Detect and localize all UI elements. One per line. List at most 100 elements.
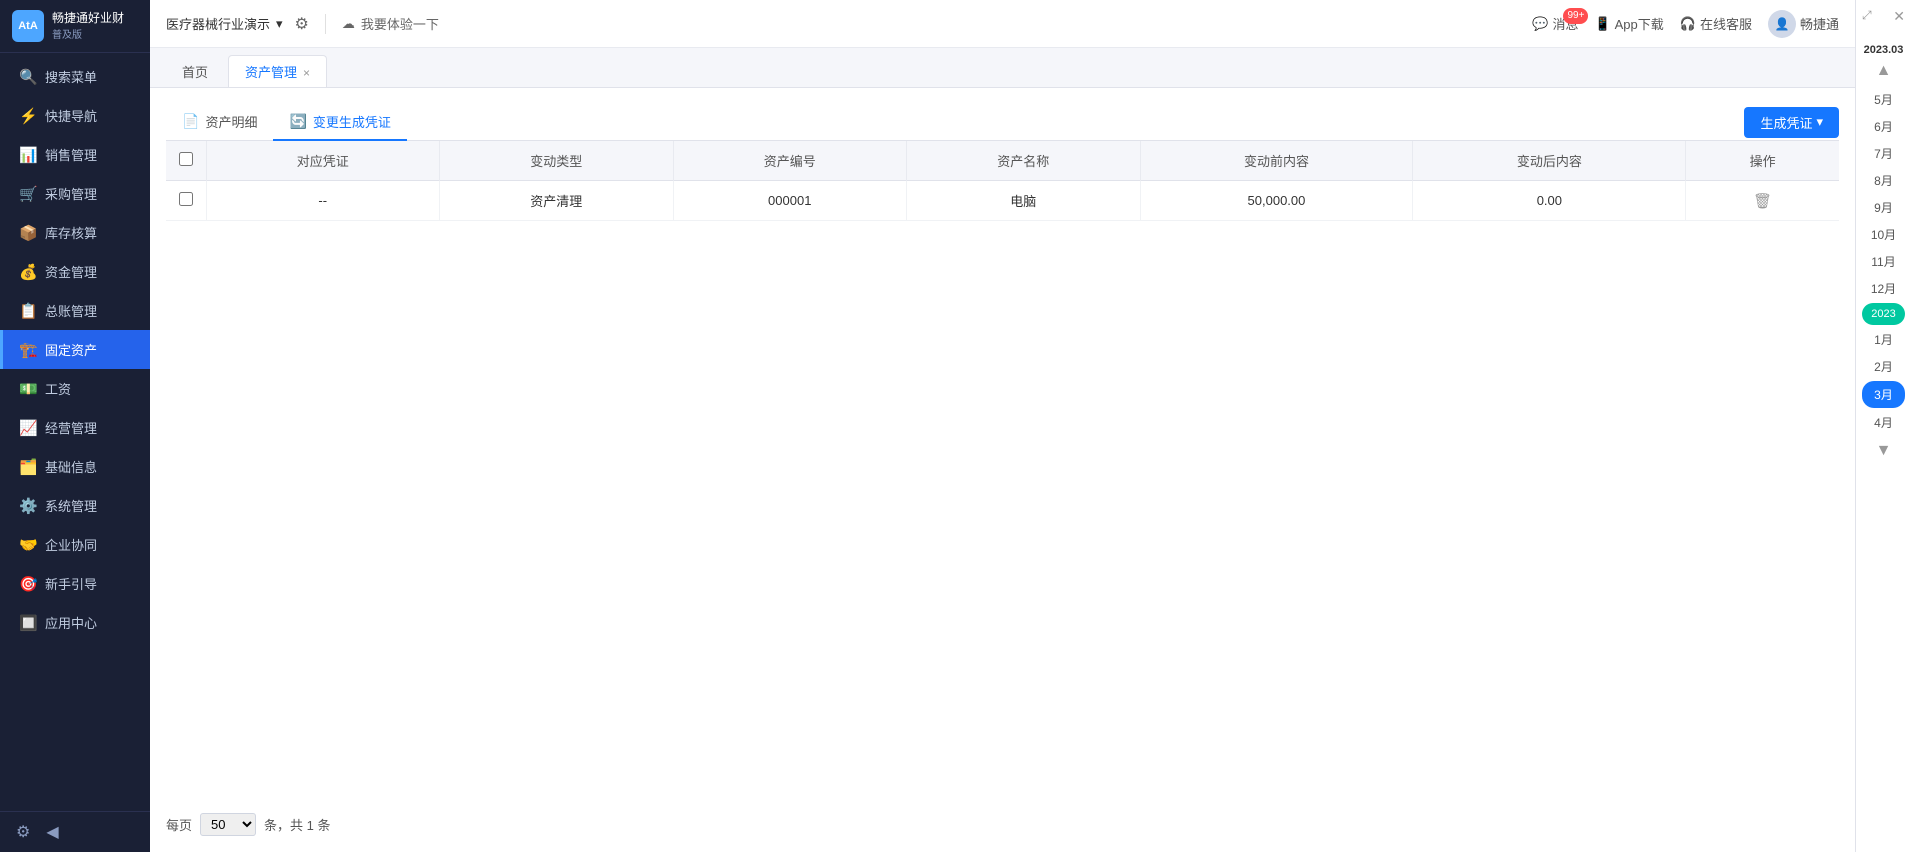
generate-voucher-button[interactable]: 生成凭证 ▾ (1744, 107, 1839, 138)
company-selector[interactable]: 医疗器械行业演示 ▾ (166, 14, 283, 33)
col-header-4: 变动前内容 (1140, 141, 1413, 181)
app-logo-text: 畅捷通好业财 普及版 (52, 11, 124, 42)
experience-button[interactable]: ☁ 我要体验一下 (342, 14, 439, 33)
col-header-0: 对应凭证 (206, 141, 440, 181)
topbar: 医疗器械行业演示 ▾ ⚙ ☁ 我要体验一下 💬 消息 99+ 📱 App下载 🎧… (150, 0, 1855, 48)
user-avatar: 👤 (1768, 10, 1796, 38)
sidebar-item-label: 系统管理 (45, 496, 97, 515)
month-item[interactable]: 10月 (1856, 221, 1911, 248)
messages-button[interactable]: 💬 消息 99+ (1532, 14, 1578, 33)
table-header: 对应凭证变动类型资产编号资产名称变动前内容变动后内容操作 (166, 141, 1839, 181)
month-item[interactable]: 2月 (1856, 353, 1911, 380)
sidebar-item-sales[interactable]: 📊 销售管理 (0, 135, 150, 174)
month-item[interactable]: 3月 (1862, 381, 1905, 408)
fixed-assets-icon: 🏗️ (19, 341, 37, 359)
basic-info-icon: 🗂️ (19, 458, 37, 476)
sidebar-logo: AtA 畅捷通好业财 普及版 (0, 0, 150, 53)
company-settings-button[interactable]: ⚙ (295, 14, 309, 34)
right-panel: ✕ ⤢ 2023.03 ▲ 5月6月7月8月9月10月11月12月20231月2… (1855, 0, 1911, 852)
sidebar-item-label: 基础信息 (45, 457, 97, 476)
right-panel-expand-button[interactable]: ⤢ (1862, 8, 1872, 23)
col-header-2: 资产编号 (673, 141, 907, 181)
sidebar-item-label: 经营管理 (45, 418, 97, 437)
sidebar-item-inventory[interactable]: 📦 库存核算 (0, 213, 150, 252)
user-menu[interactable]: 👤 畅捷通 (1768, 10, 1839, 38)
sidebar-item-ledger[interactable]: 📋 总账管理 (0, 291, 150, 330)
tab-label: 资产管理 (245, 65, 297, 80)
cell-voucher-0: -- (206, 181, 440, 221)
delete-row-button[interactable]: 🗑 (1753, 192, 1772, 210)
asset-table-wrap: 对应凭证变动类型资产编号资产名称变动前内容变动后内容操作 --资产清理00000… (166, 141, 1839, 801)
message-icon: 💬 (1532, 16, 1548, 32)
cloud-icon: ☁ (342, 16, 355, 32)
col-header-6: 操作 (1686, 141, 1839, 181)
month-item[interactable]: 5月 (1856, 86, 1911, 113)
sidebar-item-app-center[interactable]: 🔲 应用中心 (0, 603, 150, 642)
select-all-checkbox[interactable] (179, 152, 193, 166)
sidebar-item-guide[interactable]: 🎯 新手引导 (0, 564, 150, 603)
sidebar-item-operations[interactable]: 📈 经营管理 (0, 408, 150, 447)
ledger-icon: 📋 (19, 302, 37, 320)
month-item[interactable]: 6月 (1856, 113, 1911, 140)
dropdown-arrow-icon: ▾ (1816, 114, 1823, 130)
settings-button[interactable]: ⚙ (16, 822, 30, 842)
salary-icon: 💵 (19, 380, 37, 398)
sidebar-item-fixed-assets[interactable]: 🏗️ 固定资产 (0, 330, 150, 369)
sidebar-item-basic-info[interactable]: 🗂️ 基础信息 (0, 447, 150, 486)
sidebar-item-enterprise[interactable]: 🤝 企业协同 (0, 525, 150, 564)
sidebar-item-label: 快捷导航 (45, 106, 97, 125)
col-header-1: 变动类型 (440, 141, 674, 181)
month-item[interactable]: 12月 (1856, 275, 1911, 302)
month-item[interactable]: 9月 (1856, 194, 1911, 221)
sidebar-item-salary[interactable]: 💵 工资 (0, 369, 150, 408)
enterprise-icon: 🤝 (19, 536, 37, 554)
sidebar-nav: 🔍 搜索菜单 ⚡ 快捷导航📊 销售管理🛒 采购管理📦 库存核算💰 资金管理📋 总… (0, 53, 150, 811)
sub-tab-asset-list[interactable]: 📄 资产明细 (166, 104, 273, 141)
sidebar-item-quick-nav[interactable]: ⚡ 快捷导航 (0, 96, 150, 135)
per-page-select[interactable]: 102050100 (200, 813, 256, 836)
table-row: --资产清理000001电脑50,000.000.00🗑 (166, 181, 1839, 221)
right-panel-content: 2023.03 ▲ 5月6月7月8月9月10月11月12月20231月2月3月4… (1856, 40, 1911, 462)
month-item[interactable]: 8月 (1856, 167, 1911, 194)
sidebar-item-funds[interactable]: 💰 资金管理 (0, 252, 150, 291)
sub-tabs: 📄 资产明细🔄 变更生成凭证 生成凭证 ▾ (166, 104, 1839, 141)
month-item[interactable]: 11月 (1856, 248, 1911, 275)
panel-scroll-up-button[interactable]: ▲ (1876, 60, 1892, 82)
app-download-label: App下载 (1615, 14, 1664, 33)
month-item[interactable]: 4月 (1856, 409, 1911, 436)
header-checkbox-cell (166, 141, 206, 181)
funds-icon: 💰 (19, 263, 37, 281)
sidebar: AtA 畅捷通好业财 普及版 🔍 搜索菜单 ⚡ 快捷导航📊 销售管理🛒 采购管理… (0, 0, 150, 852)
per-page-label: 每页 (166, 815, 192, 834)
tab-home[interactable]: 首页 (166, 56, 224, 87)
month-item[interactable]: 1月 (1856, 326, 1911, 353)
sidebar-item-label: 新手引导 (45, 574, 97, 593)
sidebar-item-purchase[interactable]: 🛒 采购管理 (0, 174, 150, 213)
pagination: 每页 102050100 条，共 1 条 (166, 801, 1839, 836)
tab-asset-mgmt[interactable]: 资产管理 × (228, 55, 327, 87)
current-period-label: 2023.03 (1864, 40, 1904, 60)
collapse-button[interactable]: ◀ (46, 822, 58, 842)
cell-action-0: 🗑 (1686, 181, 1839, 221)
sidebar-item-label: 资金管理 (45, 262, 97, 281)
customer-service-button[interactable]: 🎧 在线客服 (1680, 14, 1752, 33)
user-name-label: 畅捷通 (1800, 14, 1839, 33)
sidebar-item-search[interactable]: 🔍 搜索菜单 (0, 57, 150, 96)
sidebar-item-label: 销售管理 (45, 145, 97, 164)
sidebar-item-system[interactable]: ⚙️ 系统管理 (0, 486, 150, 525)
year-marker-label[interactable]: 2023 (1862, 303, 1905, 325)
purchase-icon: 🛒 (19, 185, 37, 203)
sub-tab-change-voucher[interactable]: 🔄 变更生成凭证 (273, 104, 406, 141)
right-panel-close-button[interactable]: ✕ (1893, 8, 1905, 25)
topbar-right: 💬 消息 99+ 📱 App下载 🎧 在线客服 👤 畅捷通 (1532, 10, 1839, 38)
system-icon: ⚙️ (19, 497, 37, 515)
guide-icon: 🎯 (19, 575, 37, 593)
month-item[interactable]: 7月 (1856, 140, 1911, 167)
change-voucher-icon: 🔄 (289, 113, 306, 130)
sidebar-item-label: 固定资产 (45, 340, 97, 359)
app-download-button[interactable]: 📱 App下载 (1594, 14, 1663, 33)
cell-asset_no-0: 000001 (673, 181, 907, 221)
panel-scroll-down-button[interactable]: ▼ (1876, 440, 1892, 462)
tab-close-icon[interactable]: × (303, 66, 310, 80)
row-select-checkbox[interactable] (179, 192, 193, 206)
